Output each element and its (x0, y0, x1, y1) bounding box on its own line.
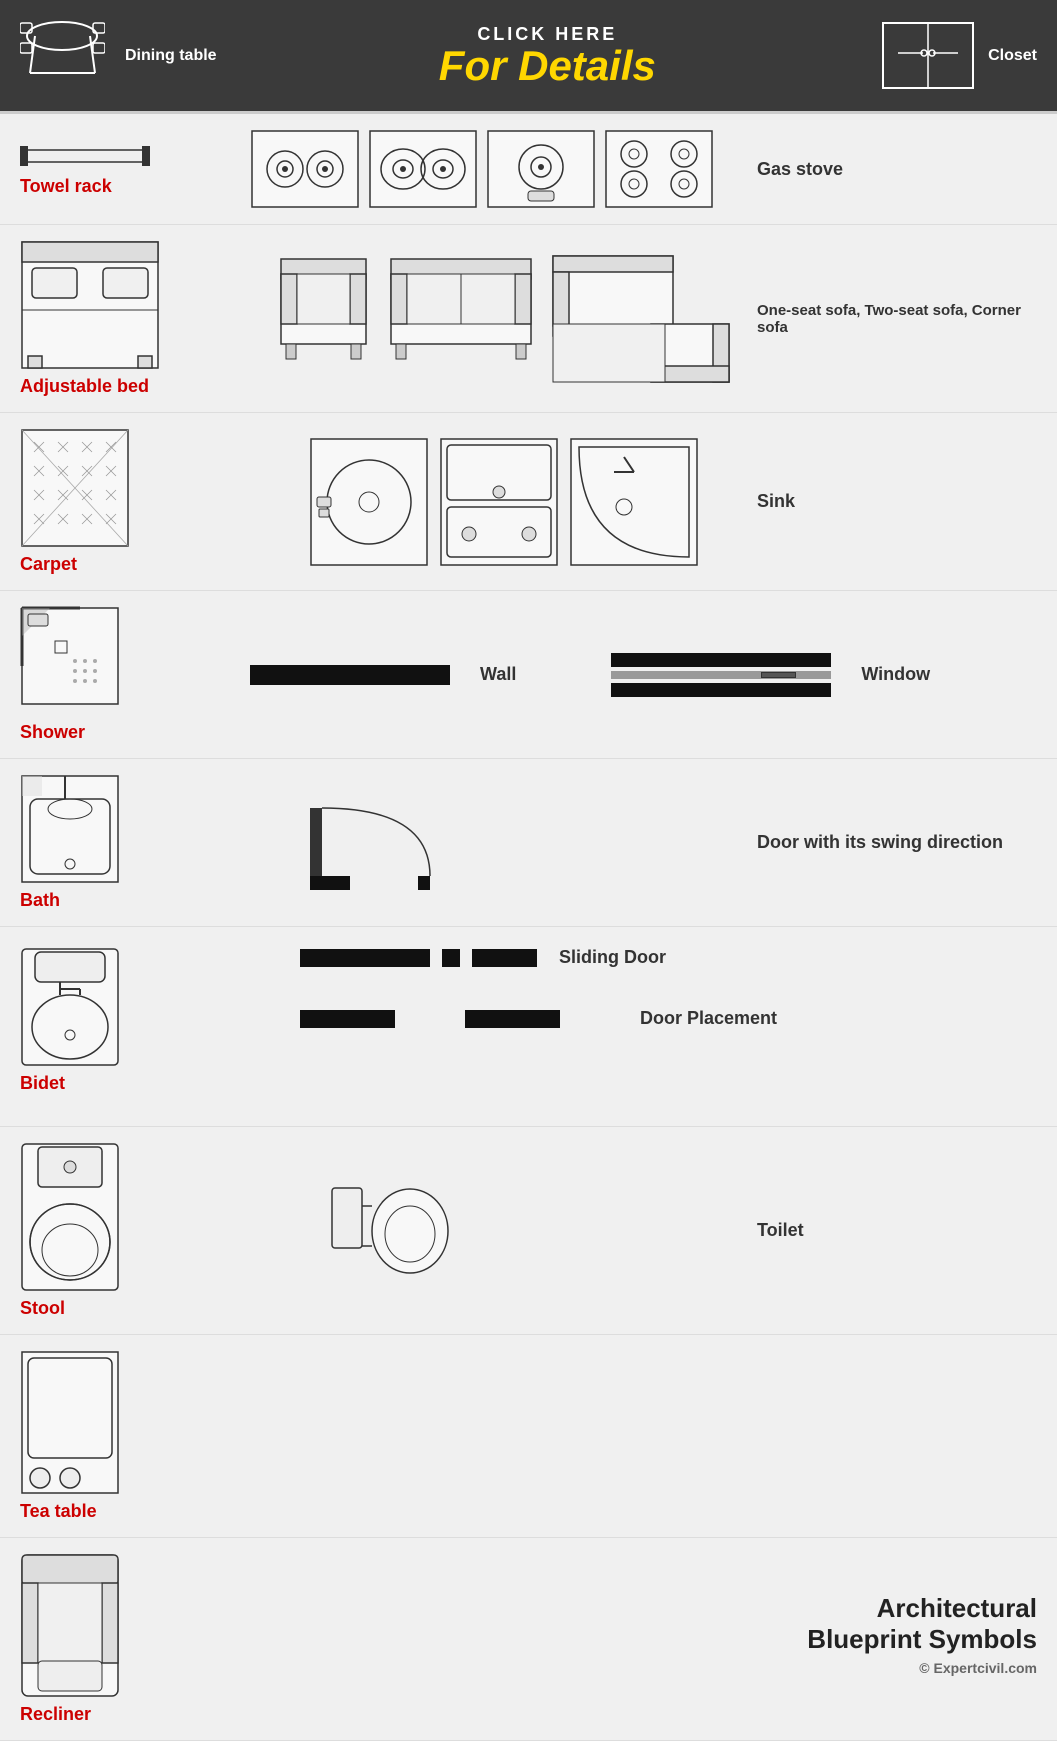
for-details-text: For Details (217, 45, 879, 87)
stool-label: Stool (20, 1298, 65, 1319)
wall-item: Wall Window (250, 653, 930, 697)
shower-wall-row: Shower Wall Window (0, 591, 1057, 759)
sofa-label: One-seat sofa, Two-seat sofa, Corner sof… (757, 302, 1037, 336)
tea-table-row: Tea table (0, 1335, 1057, 1538)
carpet-label: Carpet (20, 554, 77, 575)
copyright: © Expertcivil.com (757, 1660, 1037, 1676)
recliner-item: Recliner (20, 1553, 250, 1725)
gas-stove-single (486, 129, 596, 209)
recliner-row: Recliner Architectural Blueprint Symbols… (0, 1538, 1057, 1741)
shower-symbol (20, 606, 120, 716)
window-text: Window (861, 664, 930, 685)
one-seat-sofa (276, 254, 371, 364)
adjustable-bed-symbol (20, 240, 160, 370)
carpet-symbol (20, 428, 130, 548)
gas-stove-2burner-oval (368, 129, 478, 209)
toilet-symbol (330, 1186, 450, 1276)
toilet-label: Toilet (757, 1220, 1037, 1241)
bath-item: Bath (20, 774, 250, 911)
towel-rack-row: Towel rack (0, 111, 1057, 225)
arch-title: Architectural Blueprint Symbols (757, 1593, 1037, 1655)
towel-rack-label: Towel rack (20, 176, 112, 197)
bath-label: Bath (20, 890, 60, 911)
sofa-symbols (250, 254, 757, 384)
towel-rack-item: Towel rack (20, 142, 250, 197)
bidet-label: Bidet (20, 1073, 65, 1094)
sliding-door-label: Sliding Door (559, 947, 666, 968)
door-swing-symbols (250, 788, 757, 898)
tea-table-symbol (20, 1350, 120, 1495)
recliner-symbol (20, 1553, 120, 1698)
adjustable-bed-item: Adjustable bed (20, 240, 250, 397)
gas-stove-label: Gas stove (757, 159, 1037, 180)
door-placement-label: Door Placement (640, 1008, 777, 1029)
banner-text[interactable]: CLICK HERE For Details (217, 24, 879, 87)
stool-item: Stool (20, 1142, 250, 1319)
shower-label: Shower (20, 722, 85, 743)
stool-toilet-row: Stool Toilet (0, 1127, 1057, 1335)
door-swing-symbol (310, 788, 560, 898)
sink-symbols (250, 437, 757, 567)
gas-stove-4burner (604, 129, 714, 209)
closet-icon (878, 18, 978, 93)
door-placement-group: Door Placement (300, 1008, 777, 1039)
tea-table-label: Tea table (20, 1501, 97, 1522)
banner-right: Closet (878, 18, 1037, 93)
sink-corner (569, 437, 699, 567)
dining-table-icon (20, 18, 105, 93)
recliner-label: Recliner (20, 1704, 91, 1725)
top-banner: Dining table CLICK HERE For Details Clos… (0, 0, 1057, 111)
bath-symbol (20, 774, 120, 884)
toilet-symbols (250, 1186, 757, 1276)
sink-round (309, 437, 429, 567)
recliner-right: Architectural Blueprint Symbols © Expert… (757, 1593, 1037, 1686)
bidet-symbol (20, 947, 120, 1067)
two-seat-sofa (386, 254, 536, 364)
gas-stove-2burner (250, 129, 360, 209)
wall-text: Wall (480, 664, 516, 685)
carpet-item: Carpet (20, 428, 250, 575)
dining-table-label: Dining table (125, 47, 217, 65)
shower-item: Shower (20, 606, 250, 743)
sliding-door-group: Sliding Door (300, 947, 666, 978)
bidet-item: Bidet (20, 947, 250, 1094)
adjustable-bed-row: Adjustable bed (0, 225, 1057, 413)
closet-label: Closet (988, 47, 1037, 65)
page: Dining table CLICK HERE For Details Clos… (0, 0, 1057, 1741)
wall-window-symbols: Wall Window (250, 653, 1037, 697)
bidet-sliding-row: Bidet Sliding Door Door Placement (0, 927, 1057, 1127)
window-symbol-group (611, 653, 831, 697)
sink-label: Sink (757, 491, 1037, 512)
towel-rack-symbol (20, 142, 150, 170)
carpet-sink-row: Carpet (0, 413, 1057, 591)
sliding-placement-symbols: Sliding Door Door Placement (250, 947, 1037, 1039)
bath-door-row: Bath Door with its swing direction (0, 759, 1057, 927)
adjustable-bed-label: Adjustable bed (20, 376, 149, 397)
banner-left: Dining table (20, 18, 217, 93)
recliner-center (250, 1629, 757, 1649)
stool-symbol (20, 1142, 120, 1292)
door-swing-label: Door with its swing direction (757, 832, 1037, 853)
tea-table-item: Tea table (20, 1350, 250, 1522)
corner-sofa (551, 254, 731, 384)
sink-double (439, 437, 559, 567)
wall-block (250, 665, 450, 685)
gas-stove-symbols (250, 129, 757, 209)
